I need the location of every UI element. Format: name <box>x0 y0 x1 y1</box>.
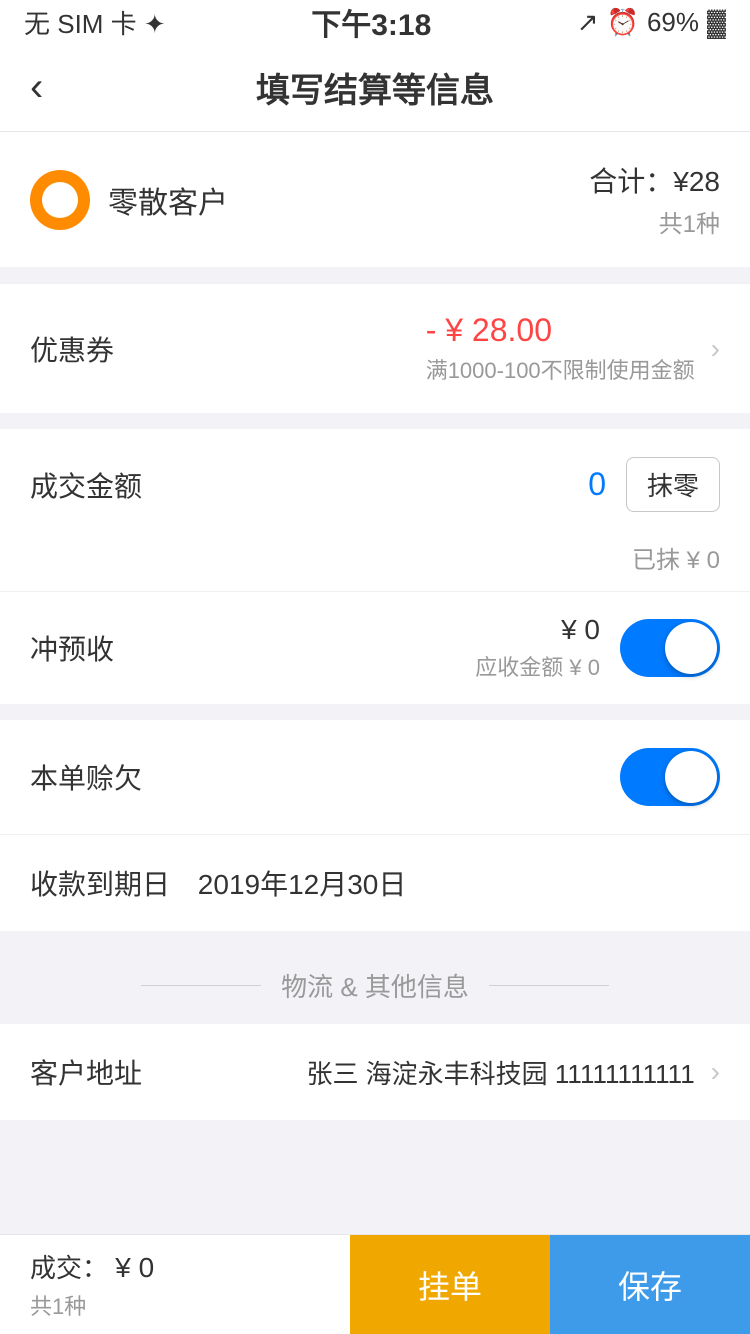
avatar <box>30 170 90 230</box>
coupon-discount: - ¥ 28.00 <box>426 312 695 349</box>
prepay-right: ¥ 0 应收金额 ¥ 0 <box>475 614 720 682</box>
address-row[interactable]: 客户地址 张三 海淀永丰科技园 11111111111 › <box>0 1024 750 1120</box>
prepay-label: 冲预收 <box>30 628 114 668</box>
customer-name: 零散客户 <box>108 178 228 222</box>
bottom-bar: 成交： ¥ 0 共1种 挂单 保存 <box>0 1234 750 1334</box>
bottom-info: 成交： ¥ 0 共1种 <box>0 1248 350 1321</box>
nav-bar: ‹ 填写结算等信息 <box>0 44 750 132</box>
deal-sub-text: 已抹 ¥ 0 <box>0 540 750 591</box>
due-date-label: 收款到期日 <box>30 869 170 900</box>
coupon-description: 满1000-100不限制使用金额 <box>426 353 695 385</box>
coupon-right: - ¥ 28.00 满1000-100不限制使用金额 › <box>426 312 720 385</box>
toggle-knob <box>665 622 717 674</box>
save-button[interactable]: 保存 <box>550 1235 750 1334</box>
credit-toggle[interactable] <box>620 748 720 806</box>
status-bar: 无 SIM 卡 ✦ 下午3:18 ↗ ⏰ 69% ▓ <box>0 0 750 44</box>
coupon-label: 优惠券 <box>30 329 114 369</box>
page-title: 填写结算等信息 <box>256 63 494 112</box>
coupon-section: 优惠券 - ¥ 28.00 满1000-100不限制使用金额 › <box>0 283 750 413</box>
status-left: 无 SIM 卡 ✦ <box>24 4 166 41</box>
customer-section: 零散客户 合计：¥28 共1种 <box>0 132 750 267</box>
sim-status: 无 SIM 卡 ✦ <box>24 4 166 41</box>
customer-row: 零散客户 合计：¥28 共1种 <box>0 132 750 267</box>
customer-left: 零散客户 <box>30 170 228 230</box>
logistics-label-text: 物流 & 其他信息 <box>281 967 469 1004</box>
prepay-sub-amount: 应收金额 ¥ 0 <box>475 650 600 682</box>
due-date-value: 2019年12月30日 <box>198 869 407 900</box>
deal-amount-row: 成交金额 0 抹零 <box>0 429 750 540</box>
credit-label: 本单赊欠 <box>30 757 142 797</box>
credit-toggle-knob <box>665 751 717 803</box>
back-button[interactable]: ‹ <box>30 65 43 110</box>
prepay-main-amount: ¥ 0 <box>475 614 600 646</box>
logistics-divider: 物流 & 其他信息 <box>0 947 750 1024</box>
battery-icon: ▓ <box>707 7 726 38</box>
round-off-button[interactable]: 抹零 <box>626 457 720 512</box>
coupon-info: - ¥ 28.00 满1000-100不限制使用金额 <box>426 312 695 385</box>
total-count: 共1种 <box>589 204 720 239</box>
due-date-row: 收款到期日 2019年12月30日 <box>0 834 750 931</box>
avatar-icon <box>42 182 78 218</box>
alarm-icon: ⏰ <box>607 7 639 38</box>
address-value: 张三 海淀永丰科技园 11111111111 <box>162 1054 695 1091</box>
status-time: 下午3:18 <box>311 0 431 44</box>
chevron-right-icon: › <box>711 333 720 365</box>
prepay-toggle[interactable] <box>620 619 720 677</box>
deal-section: 成交金额 0 抹零 已抹 ¥ 0 冲预收 ¥ 0 应收金额 ¥ 0 <box>0 429 750 704</box>
location-icon: ↗ <box>577 7 599 38</box>
total-amount: 合计：¥28 <box>589 160 720 200</box>
status-right: ↗ ⏰ 69% ▓ <box>577 7 726 38</box>
bottom-count: 共1种 <box>30 1289 320 1321</box>
customer-total: 合计：¥28 共1种 <box>589 160 720 239</box>
prepay-amounts: ¥ 0 应收金额 ¥ 0 <box>475 614 600 682</box>
address-chevron-icon: › <box>711 1056 720 1088</box>
pending-button[interactable]: 挂单 <box>350 1235 550 1334</box>
deal-amount-value: 0 <box>588 466 606 503</box>
prepay-row: 冲预收 ¥ 0 应收金额 ¥ 0 <box>0 591 750 704</box>
deal-amount-right: 0 抹零 <box>588 457 720 512</box>
content-area: 零散客户 合计：¥28 共1种 优惠券 - ¥ 28.00 满1000-100不… <box>0 132 750 1236</box>
battery-level: 69% <box>647 7 699 38</box>
back-icon: ‹ <box>30 65 43 109</box>
coupon-row[interactable]: 优惠券 - ¥ 28.00 满1000-100不限制使用金额 › <box>0 283 750 413</box>
address-label: 客户地址 <box>30 1052 142 1092</box>
deal-amount-label: 成交金额 <box>30 465 142 505</box>
bottom-deal-label: 成交： <box>30 1253 108 1283</box>
address-section: 客户地址 张三 海淀永丰科技园 11111111111 › <box>0 1024 750 1120</box>
credit-row: 本单赊欠 <box>0 720 750 834</box>
credit-section: 本单赊欠 收款到期日 2019年12月30日 <box>0 720 750 931</box>
bottom-deal-amount: ¥ 0 <box>115 1252 154 1283</box>
bottom-deal-row: 成交： ¥ 0 <box>30 1248 320 1285</box>
